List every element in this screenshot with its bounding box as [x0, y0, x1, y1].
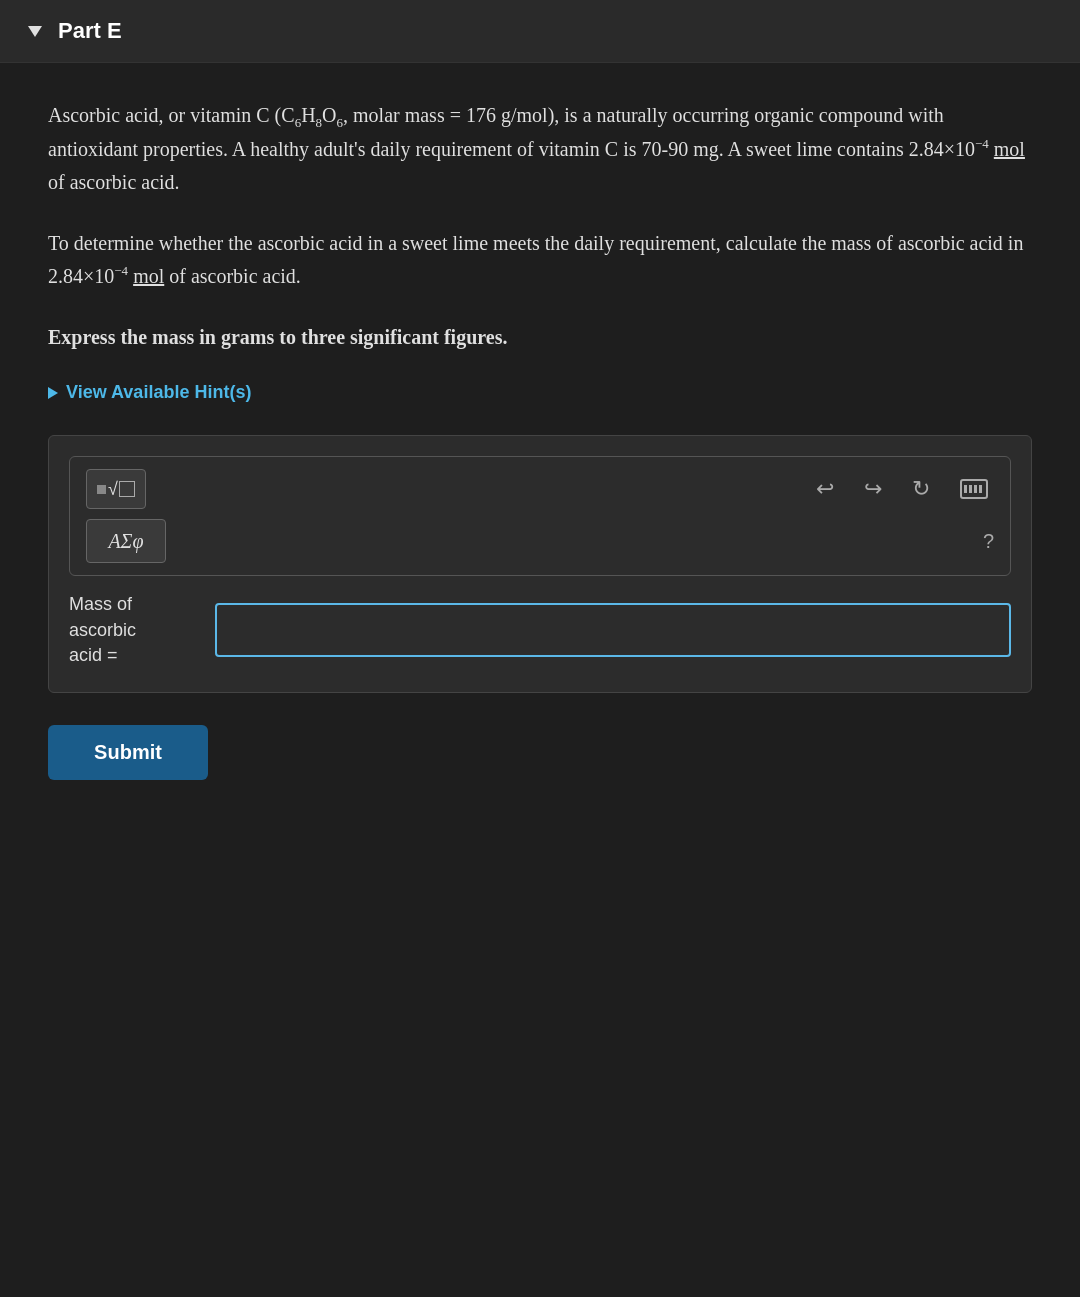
- box-icon: [119, 481, 135, 497]
- submit-button[interactable]: Submit: [48, 725, 208, 780]
- keyboard-icon: [960, 479, 988, 499]
- toolbar-right: ↩ ↪ ↻: [810, 472, 994, 506]
- keyboard-button[interactable]: [954, 475, 994, 503]
- toolbar-area: √ ↩ ↪ ↻: [69, 456, 1011, 576]
- input-label: Mass of ascorbic acid =: [69, 592, 199, 668]
- input-row: Mass of ascorbic acid =: [69, 592, 1011, 668]
- answer-container: √ ↩ ↪ ↻: [48, 435, 1032, 693]
- small-square-icon: [97, 485, 106, 494]
- paragraph-2: To determine whether the ascorbic acid i…: [48, 227, 1032, 293]
- mass-input[interactable]: [215, 603, 1011, 657]
- redo-icon: ↪: [864, 476, 882, 502]
- math-template-button[interactable]: √: [86, 469, 146, 509]
- bold-instruction: Express the mass in grams to three signi…: [48, 321, 1032, 354]
- help-icon[interactable]: ?: [983, 530, 994, 553]
- chevron-down-icon[interactable]: [28, 26, 42, 37]
- content-area: Ascorbic acid, or vitamin C (C6H8O6, mol…: [0, 63, 1080, 1297]
- refresh-icon: ↻: [912, 476, 930, 502]
- undo-icon: ↩: [816, 476, 834, 502]
- undo-button[interactable]: ↩: [810, 472, 840, 506]
- hint-link-text: View Available Hint(s): [66, 382, 251, 403]
- toolbar-top-row: √ ↩ ↪ ↻: [86, 469, 994, 509]
- redo-button[interactable]: ↪: [858, 472, 888, 506]
- symbol-button[interactable]: AΣφ: [86, 519, 166, 563]
- toolbar-bottom-row: AΣφ ?: [86, 519, 994, 563]
- part-title: Part E: [58, 18, 122, 44]
- refresh-button[interactable]: ↻: [906, 472, 936, 506]
- symbol-button-label: AΣφ: [108, 530, 143, 552]
- page-container: Part E Ascorbic acid, or vitamin C (C6H8…: [0, 0, 1080, 1297]
- toolbar-left: √: [86, 469, 146, 509]
- hint-arrow-icon: [48, 387, 58, 399]
- paragraph-1: Ascorbic acid, or vitamin C (C6H8O6, mol…: [48, 99, 1032, 199]
- hint-link[interactable]: View Available Hint(s): [48, 382, 1032, 403]
- sqrt-icon: √: [108, 479, 118, 500]
- part-header: Part E: [0, 0, 1080, 63]
